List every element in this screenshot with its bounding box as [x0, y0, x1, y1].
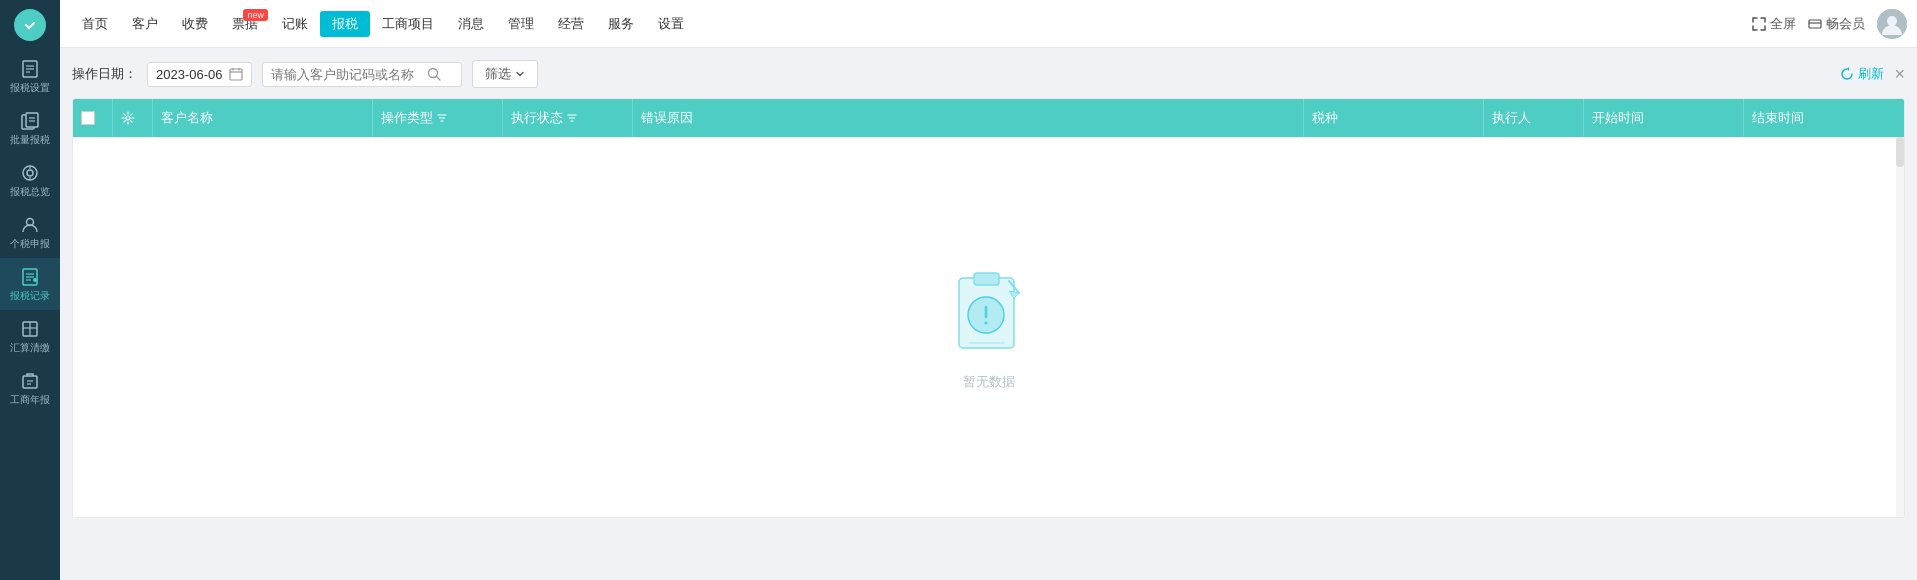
sidebar-item-label: 报税设置	[10, 82, 50, 94]
nav-right: 全屏 畅会员	[1752, 9, 1907, 39]
date-label: 操作日期：	[72, 65, 137, 83]
svg-point-17	[33, 278, 37, 282]
empty-illustration	[944, 263, 1034, 363]
sidebar: 报税设置 批量报税 报税总览	[0, 0, 60, 580]
search-box[interactable]	[262, 62, 462, 87]
filter-button[interactable]: 筛选	[472, 60, 538, 88]
col-execution-status: 执行状态	[503, 99, 633, 137]
member-button[interactable]: 畅会员	[1808, 15, 1865, 33]
user-avatar[interactable]	[1877, 9, 1907, 39]
calendar-icon	[229, 67, 243, 81]
sidebar-item-baoshui-shezhi[interactable]: 报税设置	[0, 50, 60, 102]
col-error-reason: 错误原因	[633, 99, 1304, 137]
filter-icon-2	[567, 113, 577, 123]
nav-customer[interactable]: 客户	[120, 11, 170, 37]
svg-line-33	[436, 77, 440, 81]
huisuan-jiaona-icon	[19, 318, 41, 340]
sidebar-item-label: 工商年报	[10, 394, 50, 406]
sidebar-item-gongshang-nianbao[interactable]: 工商年报	[0, 362, 60, 414]
filter-label: 筛选	[485, 65, 511, 83]
nav-home[interactable]: 首页	[70, 11, 120, 37]
baoshui-shezhi-icon	[19, 58, 41, 80]
sidebar-item-label: 汇算清缴	[10, 342, 50, 354]
svg-point-39	[984, 322, 987, 325]
baoshui-zonglian-icon	[19, 162, 41, 184]
fullscreen-label: 全屏	[1770, 15, 1796, 33]
fullscreen-button[interactable]: 全屏	[1752, 15, 1796, 33]
avatar-icon	[1877, 9, 1907, 39]
table-container: 客户名称 操作类型 执行状态 错	[72, 98, 1905, 518]
nav-shezhi[interactable]: 设置	[646, 11, 696, 37]
content: 操作日期： 2023-06-06	[60, 48, 1917, 580]
nav-gongshang-xiangmu[interactable]: 工商项目	[370, 11, 446, 37]
nav-jingying[interactable]: 经营	[546, 11, 596, 37]
close-button[interactable]: ×	[1894, 64, 1905, 85]
svg-rect-21	[23, 376, 37, 388]
date-value: 2023-06-06	[156, 67, 223, 82]
col-end-time: 结束时间	[1744, 99, 1904, 137]
search-icon	[427, 67, 441, 81]
nav-fuwu[interactable]: 服务	[596, 11, 646, 37]
svg-point-27	[1887, 16, 1897, 26]
svg-rect-5	[26, 113, 38, 127]
piaoju-badge: new	[243, 9, 268, 21]
member-label: 畅会员	[1826, 15, 1865, 33]
main-area: 首页 客户 收费 票据 new 记账 报税 工商项目 消息 管理 经营 服务 设…	[60, 0, 1917, 580]
chevron-down-icon	[515, 69, 525, 79]
refresh-button[interactable]: 刷新	[1840, 65, 1884, 83]
filter-icon	[437, 113, 447, 123]
col-checkbox[interactable]	[73, 99, 113, 137]
logo-icon	[14, 9, 46, 41]
svg-rect-24	[1809, 20, 1821, 28]
fullscreen-icon	[1752, 17, 1766, 31]
svg-rect-36	[974, 273, 999, 285]
content-main: 操作日期： 2023-06-06	[60, 48, 1917, 580]
sidebar-item-huisuan-jiaona[interactable]: 汇算清缴	[0, 310, 60, 362]
toolbar: 操作日期： 2023-06-06	[72, 60, 1905, 88]
gongshang-nianbao-icon	[19, 370, 41, 392]
empty-text: 暂无数据	[963, 373, 1015, 391]
col-start-time: 开始时间	[1584, 99, 1744, 137]
piliang-baoshui-icon	[19, 110, 41, 132]
nav-piaoju[interactable]: 票据 new	[220, 11, 270, 37]
sidebar-item-label: 报税记录	[10, 290, 50, 302]
nav-guanli[interactable]: 管理	[496, 11, 546, 37]
scroll-thumb[interactable]	[1896, 137, 1904, 167]
sidebar-item-label: 报税总览	[10, 186, 50, 198]
sidebar-item-baoshui-zonglian[interactable]: 报税总览	[0, 154, 60, 206]
date-input[interactable]: 2023-06-06	[147, 62, 252, 87]
nav-shoufei[interactable]: 收费	[170, 11, 220, 37]
svg-rect-28	[230, 69, 242, 80]
sidebar-item-geshui-shenbao[interactable]: 个税申报	[0, 206, 60, 258]
topnav: 首页 客户 收费 票据 new 记账 报税 工商项目 消息 管理 经营 服务 设…	[60, 0, 1917, 48]
col-customer-name: 客户名称	[153, 99, 373, 137]
col-executor: 执行人	[1484, 99, 1584, 137]
empty-state: 暂无数据	[904, 223, 1074, 431]
member-icon	[1808, 17, 1822, 31]
nav-baoshui[interactable]: 报税	[320, 11, 370, 37]
table-body: 暂无数据	[73, 137, 1904, 517]
baoshui-jilu-icon	[19, 266, 41, 288]
sidebar-item-label: 个税申报	[10, 238, 50, 250]
refresh-label: 刷新	[1858, 65, 1884, 83]
sidebar-item-baoshui-jilu[interactable]: 报税记录	[0, 258, 60, 310]
settings-icon	[121, 111, 135, 125]
refresh-icon	[1840, 67, 1854, 81]
logo	[0, 0, 60, 50]
sidebar-item-label: 批量报税	[10, 134, 50, 146]
svg-point-9	[27, 170, 33, 176]
col-operation-type: 操作类型	[373, 99, 503, 137]
col-tax-type: 税种	[1304, 99, 1484, 137]
geshui-shenbao-icon	[19, 214, 41, 236]
col-settings[interactable]	[113, 99, 153, 137]
nav-jizhang[interactable]: 记账	[270, 11, 320, 37]
sidebar-item-piliang-baoshui[interactable]: 批量报税	[0, 102, 60, 154]
search-input[interactable]	[271, 67, 421, 82]
nav-xiaoxi[interactable]: 消息	[446, 11, 496, 37]
scrollbar[interactable]	[1896, 137, 1904, 517]
svg-point-34	[126, 116, 130, 120]
select-all-checkbox[interactable]	[81, 111, 95, 125]
table-header: 客户名称 操作类型 执行状态 错	[73, 99, 1904, 137]
